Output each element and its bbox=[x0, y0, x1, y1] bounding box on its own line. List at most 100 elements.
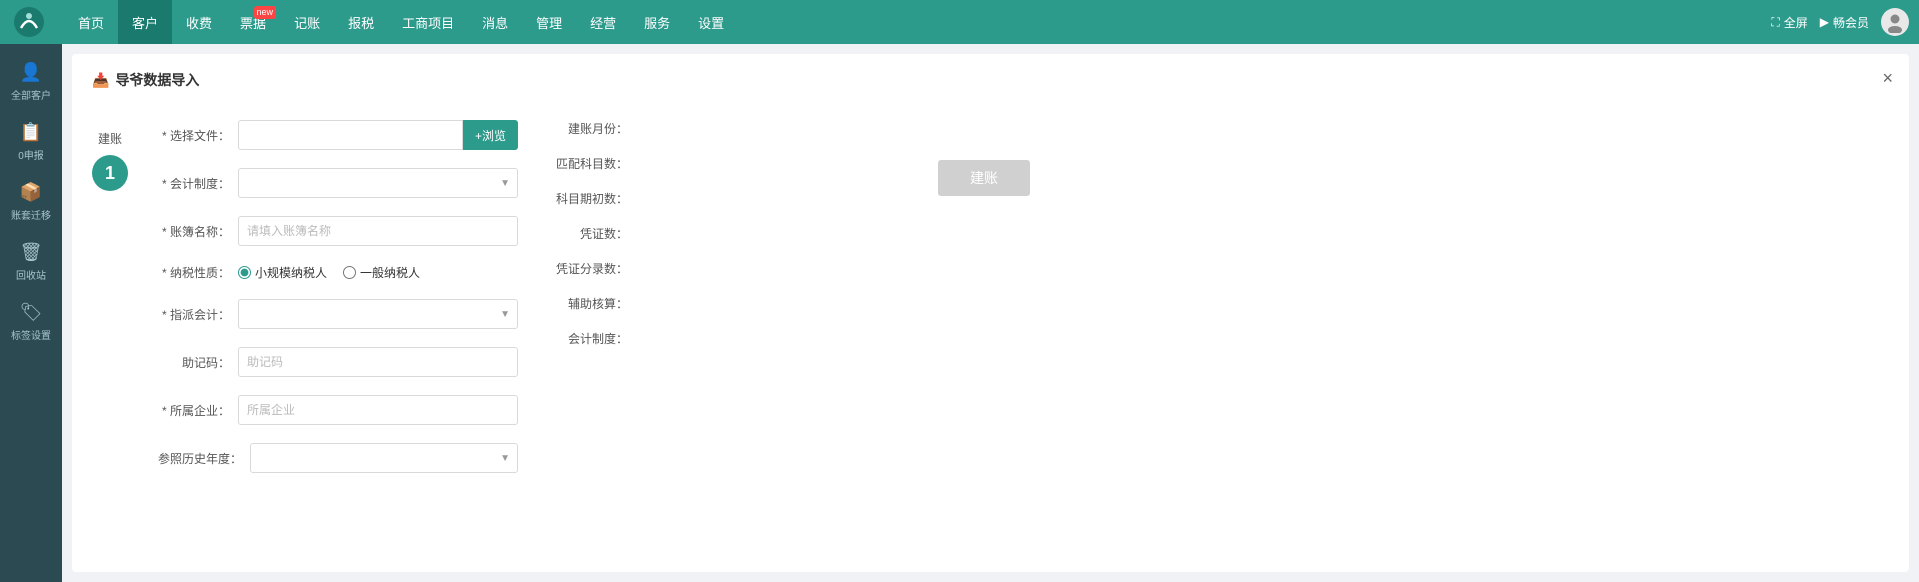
nav-accounting[interactable]: 记账 bbox=[280, 0, 334, 44]
sidebar-item-label: 标签设置 bbox=[11, 327, 51, 342]
memo-code-row: 助记码： bbox=[158, 347, 518, 377]
company-input[interactable] bbox=[238, 395, 518, 425]
nav-right-actions: ⛶ 全屏 ▶ 畅会员 bbox=[1771, 8, 1909, 36]
match-subjects-row: 匹配科目数： bbox=[548, 155, 908, 172]
sidebar-item-label: 账套迁移 bbox=[11, 207, 51, 222]
member-icon: ▶ bbox=[1820, 15, 1829, 29]
ledger-name-input[interactable] bbox=[238, 216, 518, 246]
panel-title: 📥 导爷数据导入 bbox=[92, 70, 1889, 90]
form-container: 建账 1 * 选择文件： +浏览 * 会计制度： bbox=[92, 110, 1889, 501]
accounting-month-label: 建账月份： bbox=[548, 120, 628, 137]
sidebar-item-recycle[interactable]: 🗑 回收站 bbox=[0, 232, 62, 292]
tax-option1-radio[interactable] bbox=[238, 266, 251, 279]
tax-type-row: * 纳税性质： 小规模纳税人 一般纳税人 bbox=[158, 264, 518, 281]
all-clients-icon: 👤 bbox=[20, 62, 42, 83]
sidebar-item-label: 0申报 bbox=[18, 147, 44, 162]
nav-collection[interactable]: 收费 bbox=[172, 0, 226, 44]
fullscreen-icon: ⛶ bbox=[1771, 15, 1779, 30]
reference-year-label: 参照历史年度： bbox=[158, 450, 242, 467]
select-file-label: * 选择文件： bbox=[158, 127, 230, 144]
nav-settings[interactable]: 设置 bbox=[684, 0, 738, 44]
form-left: * 选择文件： +浏览 * 会计制度： ▼ bbox=[158, 120, 518, 491]
content-area: 📥 导爷数据导入 × 建账 1 * 选择文件： bbox=[62, 44, 1919, 582]
match-subjects-label: 匹配科目数： bbox=[548, 155, 628, 172]
member-button[interactable]: ▶ 畅会员 bbox=[1820, 14, 1869, 31]
sidebar: 👤 全部客户 📋 0申报 📦 账套迁移 🗑 回收站 🏷 标签设置 bbox=[0, 44, 62, 582]
assigned-accountant-label: * 指派会计： bbox=[158, 306, 230, 323]
close-button[interactable]: × bbox=[1882, 68, 1893, 89]
main-panel: 📥 导爷数据导入 × 建账 1 * 选择文件： bbox=[72, 54, 1909, 572]
sidebar-item-label: 回收站 bbox=[16, 267, 46, 282]
assigned-accountant-row: * 指派会计： ▼ bbox=[158, 299, 518, 329]
memo-code-label: 助记码： bbox=[158, 354, 230, 371]
fullscreen-button[interactable]: ⛶ 全屏 bbox=[1771, 14, 1807, 31]
sidebar-item-declaration[interactable]: 📋 0申报 bbox=[0, 112, 62, 172]
step-label: 建账 bbox=[98, 130, 122, 147]
fullscreen-label: 全屏 bbox=[1784, 14, 1808, 31]
accounting-system-label: * 会计制度： bbox=[158, 175, 230, 192]
reference-year-select[interactable] bbox=[250, 443, 518, 473]
nav-management[interactable]: 管理 bbox=[522, 0, 576, 44]
accounting-system-select[interactable] bbox=[238, 168, 518, 198]
memo-code-input[interactable] bbox=[238, 347, 518, 377]
step-circle: 1 bbox=[92, 155, 128, 191]
build-account-button[interactable]: 建账 bbox=[938, 160, 1030, 196]
accounting-month-row: 建账月份： bbox=[548, 120, 908, 137]
auxiliary-accounting-row: 辅助核算： bbox=[548, 295, 908, 312]
company-label: * 所属企业： bbox=[158, 402, 230, 419]
nav-items: 首页 客户 收费 票据 new 记账 报税 工商项目 消息 管理 经营 服务 设… bbox=[64, 0, 1771, 44]
import-icon: 📥 bbox=[92, 72, 109, 89]
assigned-accountant-select[interactable] bbox=[238, 299, 518, 329]
accounting-system-select-wrapper: ▼ bbox=[238, 168, 518, 198]
nav-customers[interactable]: 客户 bbox=[118, 0, 172, 44]
assigned-accountant-select-wrapper: ▼ bbox=[238, 299, 518, 329]
voucher-entries-label: 凭证分录数： bbox=[548, 260, 628, 277]
sidebar-item-tag-settings[interactable]: 🏷 标签设置 bbox=[0, 292, 62, 352]
tax-option2-text: 一般纳税人 bbox=[360, 264, 420, 281]
voucher-count-label: 凭证数： bbox=[548, 225, 628, 242]
voucher-entries-row: 凭证分录数： bbox=[548, 260, 908, 277]
nav-home[interactable]: 首页 bbox=[64, 0, 118, 44]
app-logo bbox=[10, 3, 48, 41]
ledger-name-label: * 账簿名称： bbox=[158, 223, 230, 240]
member-label: 畅会员 bbox=[1833, 14, 1869, 31]
subject-initial-row: 科目期初数： bbox=[548, 190, 908, 207]
tax-option2-label[interactable]: 一般纳税人 bbox=[343, 264, 420, 281]
subject-initial-label: 科目期初数： bbox=[548, 190, 628, 207]
nav-tax[interactable]: 报税 bbox=[334, 0, 388, 44]
step-indicator: 建账 1 bbox=[92, 120, 128, 191]
file-text-input[interactable] bbox=[238, 120, 463, 150]
form-action: 建账 bbox=[938, 120, 1030, 196]
file-input-wrapper: +浏览 bbox=[238, 120, 518, 150]
account-migrate-icon: 📦 bbox=[20, 182, 42, 203]
tax-option2-radio[interactable] bbox=[343, 266, 356, 279]
sidebar-item-label: 全部客户 bbox=[11, 87, 51, 102]
new-badge: new bbox=[254, 6, 277, 19]
nav-operations[interactable]: 经营 bbox=[576, 0, 630, 44]
user-avatar[interactable] bbox=[1881, 8, 1909, 36]
auxiliary-accounting-label: 辅助核算： bbox=[548, 295, 628, 312]
main-layout: 👤 全部客户 📋 0申报 📦 账套迁移 🗑 回收站 🏷 标签设置 📥 导爷数据导… bbox=[0, 44, 1919, 582]
nav-messages[interactable]: 消息 bbox=[468, 0, 522, 44]
recycle-icon: 🗑 bbox=[20, 242, 43, 263]
accounting-system-row: * 会计制度： ▼ bbox=[158, 168, 518, 198]
form-right: 建账月份： 匹配科目数： 科目期初数： 凭证数： bbox=[548, 120, 908, 365]
sidebar-item-account-migrate[interactable]: 📦 账套迁移 bbox=[0, 172, 62, 232]
tax-type-radio-group: 小规模纳税人 一般纳税人 bbox=[238, 264, 420, 281]
browse-button[interactable]: +浏览 bbox=[463, 120, 518, 150]
voucher-count-row: 凭证数： bbox=[548, 225, 908, 242]
nav-invoices[interactable]: 票据 new bbox=[226, 0, 280, 44]
nav-bizproject[interactable]: 工商项目 bbox=[388, 0, 468, 44]
tax-type-label: * 纳税性质： bbox=[158, 264, 230, 281]
tag-icon: 🏷 bbox=[20, 302, 43, 323]
right-accounting-system-label: 会计制度： bbox=[548, 330, 628, 347]
top-navigation: 首页 客户 收费 票据 new 记账 报税 工商项目 消息 管理 经营 服务 设… bbox=[0, 0, 1919, 44]
ledger-name-row: * 账簿名称： bbox=[158, 216, 518, 246]
reference-year-row: 参照历史年度： ▼ bbox=[158, 443, 518, 473]
nav-services[interactable]: 服务 bbox=[630, 0, 684, 44]
sidebar-item-all-clients[interactable]: 👤 全部客户 bbox=[0, 52, 62, 112]
select-file-row: * 选择文件： +浏览 bbox=[158, 120, 518, 150]
tax-option1-text: 小规模纳税人 bbox=[255, 264, 327, 281]
tax-option1-label[interactable]: 小规模纳税人 bbox=[238, 264, 327, 281]
panel-title-text: 导爷数据导入 bbox=[115, 70, 199, 90]
